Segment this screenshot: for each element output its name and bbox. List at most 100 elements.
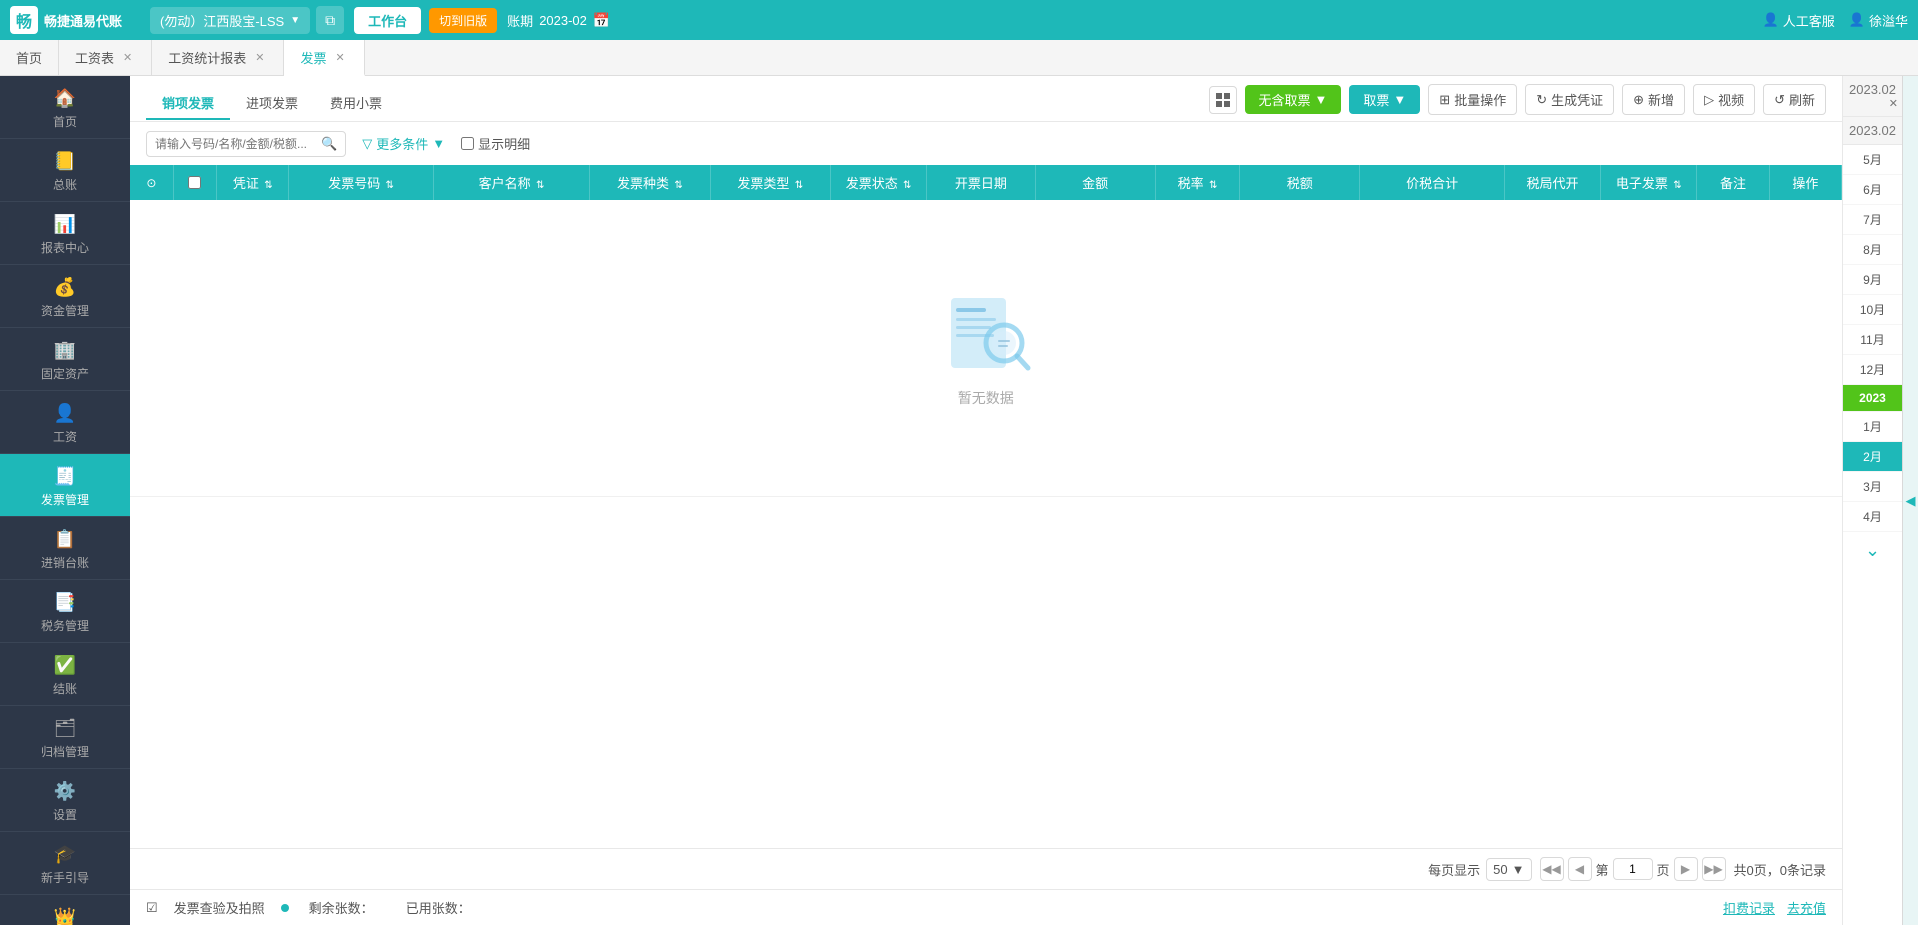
sidebar-item-guide[interactable]: 🎓 新手引导	[0, 832, 130, 895]
video-icon: ▷	[1704, 92, 1714, 108]
more-conditions-btn[interactable]: ▽ 更多条件 ▼	[354, 130, 453, 157]
date-item-7[interactable]: 7月	[1843, 205, 1902, 235]
th-check[interactable]	[173, 165, 216, 200]
recharge-link[interactable]: 去充值	[1787, 898, 1826, 917]
sidebar-item-archive[interactable]: 🗂 归档管理	[0, 706, 130, 769]
sidebar-item-assets[interactable]: 🏢 固定资产	[0, 328, 130, 391]
th-e-invoice[interactable]: 电子发票 ⇅	[1601, 165, 1697, 200]
salary-icon: 👤	[54, 403, 76, 424]
gen-cert-btn[interactable]: ↻ 生成凭证	[1525, 84, 1614, 115]
take-ticket-btn[interactable]: 取票 ▼	[1349, 85, 1420, 114]
scroll-down-icon[interactable]: ⌄	[1843, 532, 1902, 569]
th-cert[interactable]: 凭证 ⇅	[217, 165, 289, 200]
date-panel-header2[interactable]: 2023.02	[1843, 117, 1902, 145]
tab-home[interactable]: 首页	[0, 40, 59, 75]
date-item-10[interactable]: 10月	[1843, 295, 1902, 325]
date-item-11[interactable]: 11月	[1843, 325, 1902, 355]
sidebar-item-member[interactable]: 👑 畅会员	[0, 895, 130, 925]
first-page-btn[interactable]: ◀◀	[1540, 857, 1564, 881]
empty-state: 暂无数据	[136, 208, 1836, 488]
date-item-8[interactable]: 8月	[1843, 235, 1902, 265]
customer-service-item[interactable]: 👤 人工客服	[1763, 11, 1835, 30]
search-input[interactable]	[155, 137, 315, 151]
show-detail-checkbox[interactable]: 显示明细	[461, 134, 530, 153]
sidebar-item-settings[interactable]: ⚙️ 设置	[0, 769, 130, 832]
last-page-btn[interactable]: ▶▶	[1702, 857, 1726, 881]
sidebar-item-salary[interactable]: 👤 工资	[0, 391, 130, 454]
period-calendar-icon[interactable]: 📅	[593, 12, 610, 29]
date-item-12[interactable]: 12月	[1843, 355, 1902, 385]
top-right-area: 👤 人工客服 👤 徐溢华	[1763, 11, 1908, 30]
prev-page-btn[interactable]: ◀	[1568, 857, 1592, 881]
tab-invoice[interactable]: 发票 ✕	[284, 40, 364, 76]
switch-version-button[interactable]: 切到旧版	[429, 8, 497, 33]
current-page-input[interactable]	[1613, 858, 1653, 880]
video-btn[interactable]: ▷ 视频	[1693, 84, 1755, 115]
sub-tab-sales-invoice[interactable]: 销项发票	[146, 87, 230, 120]
workspace-button[interactable]: 工作台	[354, 7, 421, 34]
sidebar-label-salary: 工资	[53, 428, 77, 445]
page-size-dropdown-icon: ▼	[1512, 862, 1525, 877]
sub-tab-purchase-invoice[interactable]: 进项发票	[230, 87, 314, 120]
th-invoice-type[interactable]: 发票种类 ⇅	[590, 165, 710, 200]
take-ticket-dropdown-icon: ▼	[1393, 92, 1406, 107]
search-box[interactable]: 🔍	[146, 131, 346, 157]
date-item-6[interactable]: 6月	[1843, 175, 1902, 205]
period-area: 账期 2023-02 📅	[507, 11, 610, 30]
date-item-1[interactable]: 1月	[1843, 412, 1902, 442]
page-size-select[interactable]: 50 ▼	[1486, 858, 1531, 881]
no-tax-btn[interactable]: 无含取票 ▼	[1245, 85, 1342, 114]
search-icon[interactable]: 🔍	[321, 136, 337, 152]
sidebar-item-reports[interactable]: 📊 报表中心	[0, 202, 130, 265]
date-item-3[interactable]: 3月	[1843, 472, 1902, 502]
date-panel-header1[interactable]: 2023.02 ✕	[1843, 76, 1902, 117]
th-amount-label: 金额	[1082, 176, 1108, 191]
grid-settings-btn[interactable]	[1209, 86, 1237, 114]
refresh-btn[interactable]: ↺ 刷新	[1763, 84, 1826, 115]
sub-tab-expense-receipt-label: 费用小票	[330, 96, 382, 111]
sidebar-item-sales[interactable]: 📋 进销台账	[0, 517, 130, 580]
search-toolbar: 🔍 ▽ 更多条件 ▼ 显示明细	[130, 122, 1842, 165]
sidebar-item-tax[interactable]: 📑 税务管理	[0, 580, 130, 643]
sidebar-item-invoice[interactable]: 🧾 发票管理	[0, 454, 130, 517]
th-customer[interactable]: 客户名称 ⇅	[433, 165, 589, 200]
th-tax-rate[interactable]: 税率 ⇅	[1155, 165, 1239, 200]
company-selector[interactable]: (勿动）江西股宝-LSS ▼	[150, 7, 310, 34]
th-invoice-category[interactable]: 发票类型 ⇅	[710, 165, 830, 200]
tab-payroll-close[interactable]: ✕	[120, 50, 135, 65]
expand-icon: ◀	[1906, 493, 1916, 509]
copy-button[interactable]: ⧉	[316, 6, 344, 34]
date-item-9[interactable]: 9月	[1843, 265, 1902, 295]
tab-payroll[interactable]: 工资表 ✕	[59, 40, 152, 75]
tab-invoice-close[interactable]: ✕	[333, 50, 348, 65]
sidebar-label-guide: 新手引导	[41, 869, 89, 886]
company-name: (勿动）江西股宝-LSS	[160, 11, 284, 30]
next-page-btn[interactable]: ▶	[1674, 857, 1698, 881]
tab-payroll-stats-close[interactable]: ✕	[252, 50, 267, 65]
th-invoice-no[interactable]: 发票号码 ⇅	[289, 165, 433, 200]
empty-row: 暂无数据	[130, 200, 1842, 497]
sidebar-item-finance[interactable]: 💰 资金管理	[0, 265, 130, 328]
company-dropdown-icon: ▼	[290, 15, 300, 26]
date-panel-expand-btn[interactable]: ◀	[1902, 76, 1918, 925]
tab-payroll-stats[interactable]: 工资统计报表 ✕	[152, 40, 284, 75]
sidebar-item-close[interactable]: ✅ 结账	[0, 643, 130, 706]
sidebar-item-home[interactable]: 🏠 首页	[0, 76, 130, 139]
deduction-record-link[interactable]: 扣费记录	[1723, 898, 1775, 917]
th-invoice-category-label: 发票类型	[737, 176, 789, 191]
sort-invoice-type-icon: ⇅	[674, 180, 682, 191]
date-item-5[interactable]: 5月	[1843, 145, 1902, 175]
new-btn[interactable]: ⊕ 新增	[1622, 84, 1685, 115]
show-detail-check-input[interactable]	[461, 137, 474, 150]
sidebar-item-ledger[interactable]: 📒 总账	[0, 139, 130, 202]
select-all-checkbox[interactable]	[188, 176, 201, 189]
date-item-year-2023[interactable]: 2023	[1843, 385, 1902, 412]
date-item-2[interactable]: 2月	[1843, 442, 1902, 472]
sub-tab-expense-receipt[interactable]: 费用小票	[314, 87, 398, 120]
batch-op-btn[interactable]: ⊞ 批量操作	[1428, 84, 1517, 115]
sub-tab-purchase-invoice-label: 进项发票	[246, 96, 298, 111]
user-avatar-item[interactable]: 👤 徐溢华	[1849, 11, 1908, 30]
date-item-4[interactable]: 4月	[1843, 502, 1902, 532]
th-status[interactable]: 发票状态 ⇅	[830, 165, 926, 200]
page-nav: ◀◀ ◀ 第 页 ▶ ▶▶	[1540, 857, 1726, 881]
